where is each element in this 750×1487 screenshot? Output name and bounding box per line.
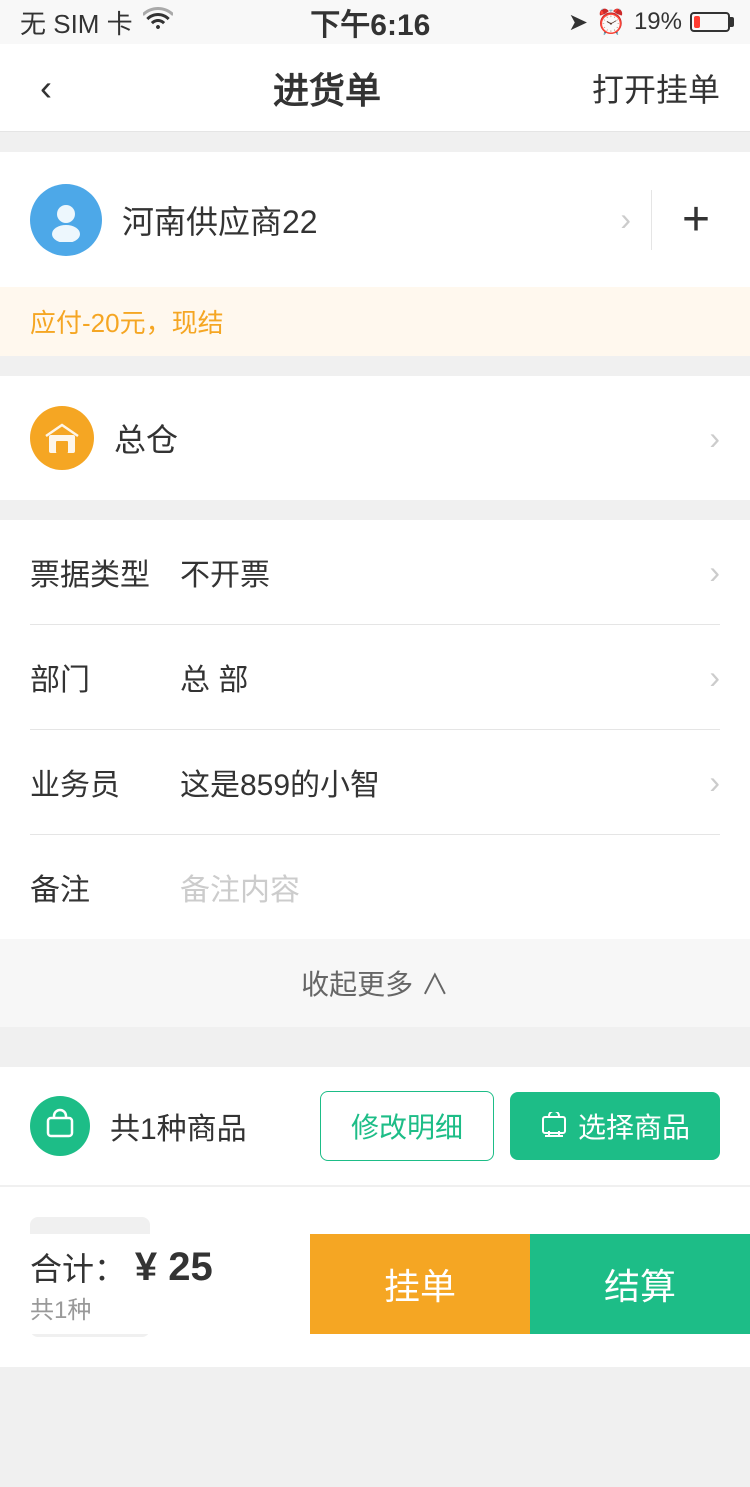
warehouse-row[interactable]: 总仓 › [0,376,750,500]
department-label: 部门 [30,655,170,699]
department-chevron-icon: › [709,659,720,696]
remark-input[interactable]: 备注内容 [170,865,720,909]
remark-row[interactable]: 备注 备注内容 [0,835,750,939]
footer: 合计： ¥ 25 共1种 挂单 结算 [0,1234,750,1334]
salesperson-chevron-icon: › [709,764,720,801]
bottom-pad [0,1367,750,1487]
supplier-section: 河南供应商22 › + 应付-20元，现结 [0,152,750,356]
status-left: 无 SIM 卡 [20,4,173,41]
collapse-bar[interactable]: 收起更多 ∧ [0,939,750,1027]
status-bar: 无 SIM 卡 下午6:16 ➤ ⏰ 19% [0,0,750,44]
supplier-avatar [30,184,102,256]
open-pending-button[interactable]: 打开挂单 [592,65,720,111]
invoice-type-chevron-icon: › [709,554,720,591]
supplier-row[interactable]: 河南供应商22 › + [0,152,750,287]
warehouse-chevron-icon: › [709,420,720,457]
status-time: 下午6:16 [310,0,430,44]
footer-count-label: 共1种 [30,1290,280,1325]
invoice-type-value: 不开票 [170,550,709,594]
total-label: 合计： [30,1251,126,1287]
page-title: 进货单 [273,62,381,114]
department-row[interactable]: 部门 总 部 › [0,625,750,729]
supplier-chevron-icon: › [620,201,631,238]
salesperson-row[interactable]: 业务员 这是859的小智 › [0,730,750,834]
warehouse-section: 总仓 › [0,376,750,500]
back-button[interactable]: ‹ [30,57,62,119]
sep2 [0,356,750,376]
add-supplier-button[interactable]: + [672,182,720,257]
carrier-text: 无 SIM 卡 [20,4,133,41]
product-header: 共1种商品 修改明细 选择商品 [0,1067,750,1185]
notice-bar: 应付-20元，现结 [0,287,750,356]
status-right: ➤ ⏰ 19% [568,8,730,37]
wifi-icon [143,7,173,38]
total-amount: ¥ 25 [135,1245,213,1289]
pending-button[interactable]: 挂单 [310,1234,530,1334]
salesperson-value: 这是859的小智 [170,760,709,804]
sep4 [0,1027,750,1047]
supplier-name: 河南供应商22 [122,197,620,243]
salesperson-label: 业务员 [30,760,170,804]
divider [651,190,652,250]
warehouse-name: 总仓 [114,415,709,461]
select-product-button[interactable]: 选择商品 [510,1092,720,1160]
product-section-icon [30,1096,90,1156]
footer-total-main: 合计： ¥ 25 [30,1244,280,1290]
alarm-icon: ⏰ [596,8,626,37]
sep1 [0,132,750,152]
battery-icon [690,12,730,32]
department-value: 总 部 [170,655,709,699]
invoice-type-row[interactable]: 票据类型 不开票 › [0,520,750,624]
footer-total-section: 合计： ¥ 25 共1种 [0,1234,310,1334]
form-section: 票据类型 不开票 › 部门 总 部 › 业务员 这是859的小智 › 备注 备注… [0,520,750,939]
edit-detail-button[interactable]: 修改明细 [320,1091,494,1161]
location-icon: ➤ [568,8,588,37]
remark-label: 备注 [30,865,170,909]
product-count-label: 共1种商品 [110,1104,320,1148]
invoice-type-label: 票据类型 [30,550,170,594]
warehouse-icon [30,406,94,470]
battery-percent: 19% [634,8,682,36]
nav-bar: ‹ 进货单 打开挂单 [0,44,750,132]
sep3 [0,500,750,520]
select-product-label: 选择商品 [578,1106,690,1146]
confirm-button[interactable]: 结算 [530,1234,750,1334]
